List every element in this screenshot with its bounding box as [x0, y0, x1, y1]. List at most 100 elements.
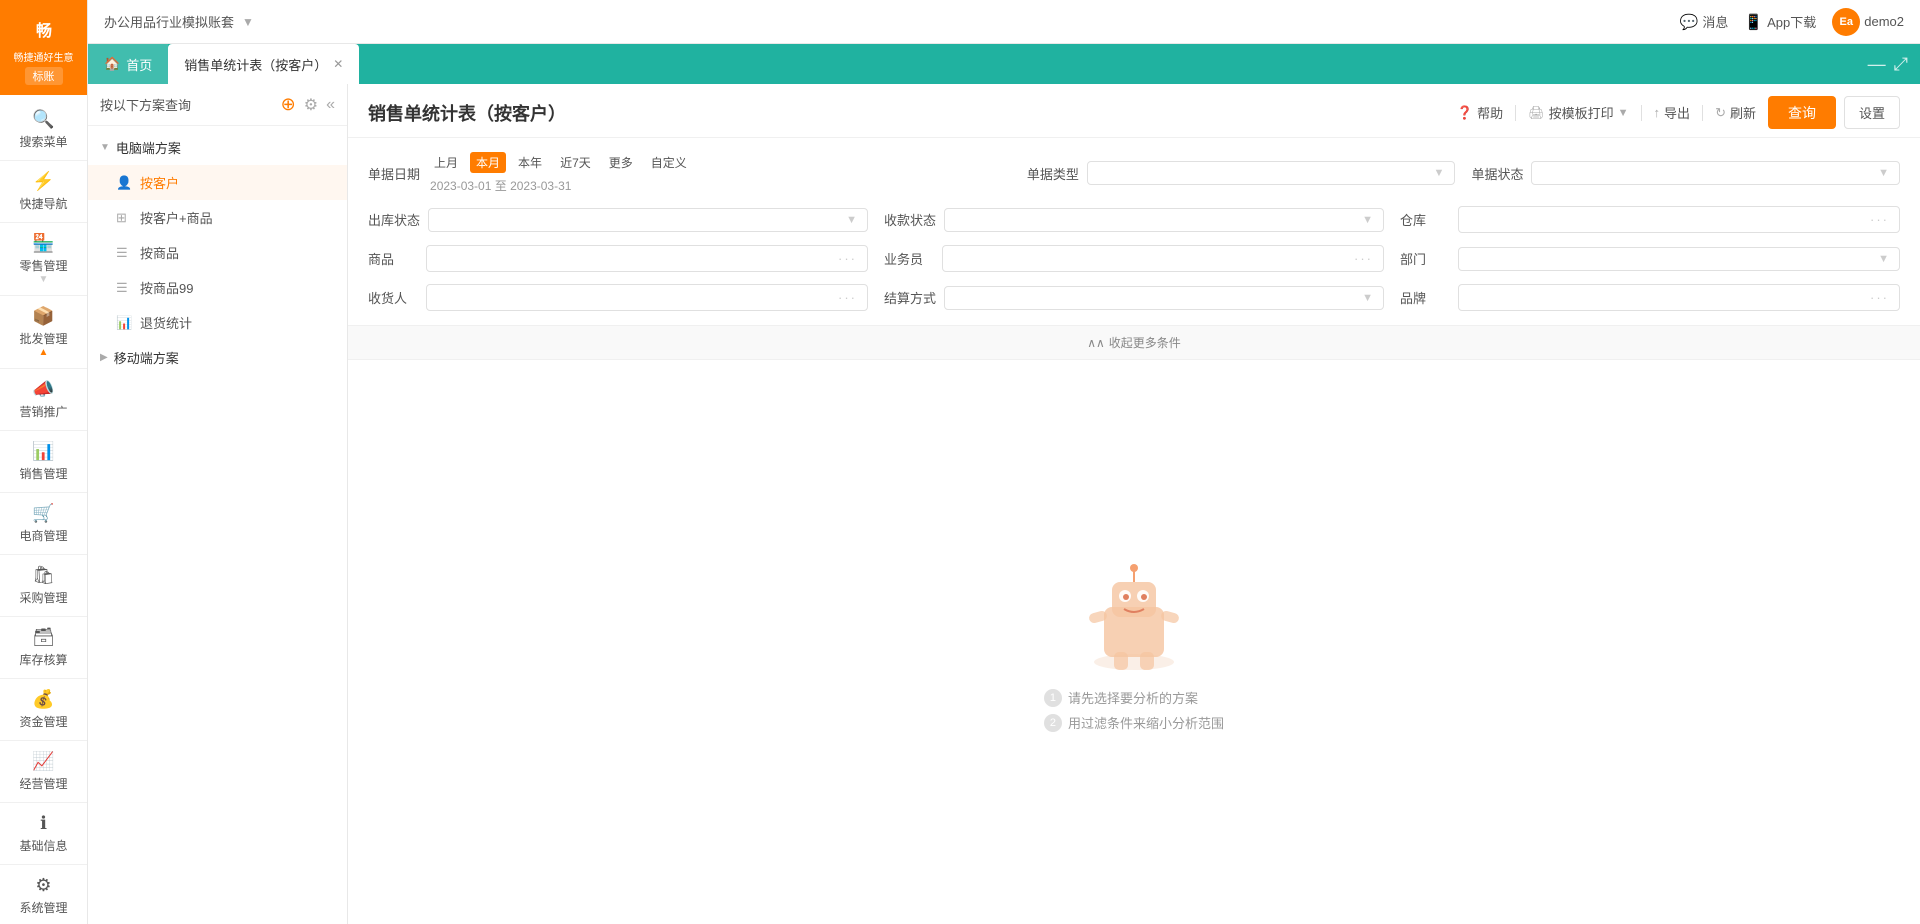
order-type-input[interactable]: ▼ — [1087, 161, 1456, 185]
print-label: 按模板打印 — [1549, 103, 1614, 122]
sidebar-item-system[interactable]: ⚙ 系统管理 — [0, 865, 87, 924]
collapse-bar[interactable]: ∧∧ 收起更多条件 — [348, 326, 1920, 360]
sidebar-item-label: 销售管理 — [19, 465, 67, 482]
product-input[interactable]: ··· — [426, 245, 868, 272]
date-field: 单据日期 上月 本月 本年 近7天 更多 自定义 2023-03-01 至 20… — [368, 152, 1011, 194]
mobile-scheme-title[interactable]: ▶ 移动端方案 — [88, 340, 347, 375]
svg-text:畅: 畅 — [35, 21, 51, 40]
triangle-icon: ▼ — [100, 142, 110, 153]
collapse-label: 收起更多条件 — [1109, 334, 1181, 351]
settlement-input[interactable]: ▼ — [944, 286, 1384, 310]
table-icon: ☰ — [116, 245, 132, 261]
sidebar-item-ecommerce[interactable]: 🛒 电商管理 — [0, 493, 87, 555]
divider2 — [1641, 105, 1642, 121]
user-profile[interactable]: Ea demo2 — [1832, 8, 1904, 36]
add-scheme-btn[interactable]: ⊕ — [281, 94, 296, 115]
help-btn[interactable]: ❓ 帮助 — [1457, 103, 1503, 122]
salesperson-field: 业务员 ··· — [884, 245, 1384, 272]
print-icon: 🖨 — [1528, 105, 1545, 121]
scheme-by-customer-product[interactable]: ⊞ 按客户+商品 — [88, 200, 347, 235]
finance-icon: 💰 — [32, 689, 54, 710]
scheme-by-product[interactable]: ☰ 按商品 — [88, 235, 347, 270]
sidebar-item-quicknav[interactable]: ⚡ 快捷导航 — [0, 161, 87, 223]
sidebar-item-label: 零售管理 — [19, 257, 67, 274]
tab-home-label: 首页 — [126, 55, 152, 74]
tab-sales-report[interactable]: 销售单统计表（按客户） ✕ — [168, 44, 359, 84]
recipient-input[interactable]: ··· — [426, 284, 868, 311]
export-btn[interactable]: ↑ 导出 — [1654, 103, 1691, 122]
payment-status-field: 收款状态 ▼ — [884, 208, 1384, 232]
settlement-field: 结算方式 ▼ — [884, 286, 1384, 310]
print-btn[interactable]: 🖨 按模板打印 ▼ — [1528, 103, 1628, 122]
inventory-icon: 🗃 — [32, 627, 55, 648]
sidebar-item-label: 基础信息 — [19, 837, 67, 854]
chevron-down-icon: ▼ — [39, 274, 49, 285]
maximize-icon[interactable]: ⤢ — [1894, 54, 1908, 75]
sidebar-item-operation[interactable]: 📈 经营管理 — [0, 741, 87, 803]
sidebar-item-basic[interactable]: ℹ 基础信息 — [0, 803, 87, 865]
tabs-bar: 🏠 首页 销售单统计表（按客户） ✕ — ⤢ — [88, 44, 1920, 84]
purchase-icon: 🛍 — [32, 565, 55, 586]
query-btn[interactable]: 查询 — [1768, 96, 1836, 129]
settlement-chevron-icon: ▼ — [1362, 292, 1373, 304]
divider1 — [1515, 105, 1516, 121]
date-tab-more[interactable]: 更多 — [603, 152, 639, 173]
collapse-up-icon: ∧∧ — [1087, 336, 1105, 350]
date-tab-lastmonth[interactable]: 上月 — [428, 152, 464, 173]
hint-item-1: 1 请先选择要分析的方案 — [1044, 688, 1224, 707]
product-dots: ··· — [838, 251, 857, 266]
brand-dots: ··· — [1870, 290, 1889, 305]
industry-dropdown-icon[interactable]: ▼ — [242, 15, 254, 29]
scheme-by-product99[interactable]: ☰ 按商品99 — [88, 270, 347, 305]
recipient-dots: ··· — [838, 290, 857, 305]
order-status-input[interactable]: ▼ — [1531, 161, 1900, 185]
empty-hints: 1 请先选择要分析的方案 2 用过滤条件来缩小分析范围 — [1044, 688, 1224, 732]
desktop-scheme-title[interactable]: ▼ 电脑端方案 — [88, 130, 347, 165]
date-range-container: 上月 本月 本年 近7天 更多 自定义 2023-03-01 至 2023-03… — [428, 152, 693, 194]
settings-btn[interactable]: 设置 — [1844, 96, 1900, 129]
sidebar-item-label: 电商管理 — [19, 527, 67, 544]
top-header: 办公用品行业模拟账套 ▼ 💬 消息 📱 App下载 Ea demo2 — [88, 0, 1920, 44]
payment-status-label: 收款状态 — [884, 210, 936, 229]
help-icon: ❓ — [1457, 105, 1473, 121]
close-tab-icon[interactable]: ✕ — [333, 57, 343, 71]
brand-input[interactable]: ··· — [1458, 284, 1900, 311]
system-icon: ⚙ — [35, 875, 51, 896]
scheme-by-customer[interactable]: 👤 按客户 — [88, 165, 347, 200]
sidebar-item-purchase[interactable]: 🛍 采购管理 — [0, 555, 87, 617]
date-tab-custom[interactable]: 自定义 — [645, 152, 693, 173]
sidebar-item-marketing[interactable]: 📣 营销推广 — [0, 369, 87, 431]
payment-status-input[interactable]: ▼ — [944, 208, 1384, 232]
warehouse-input[interactable]: ··· — [1458, 206, 1900, 233]
message-btn[interactable]: 💬 消息 — [1680, 12, 1729, 31]
minimize-icon[interactable]: — — [1868, 54, 1886, 75]
download-btn[interactable]: 📱 App下载 — [1744, 12, 1816, 31]
refresh-btn[interactable]: ↻ 刷新 — [1715, 103, 1756, 122]
filter-row-4: 收货人 ··· 结算方式 ▼ 品牌 — [368, 284, 1900, 311]
marketing-icon: 📣 — [32, 379, 54, 400]
sales-icon: 📊 — [32, 441, 54, 462]
hint-num-2: 2 — [1044, 714, 1062, 732]
filter-form: 单据日期 上月 本月 本年 近7天 更多 自定义 2023-03-01 至 20… — [348, 138, 1920, 326]
date-tab-thismonth[interactable]: 本月 — [470, 152, 506, 173]
scheme-returns[interactable]: 📊 退货统计 — [88, 305, 347, 340]
out-status-input[interactable]: ▼ — [428, 208, 868, 232]
sidebar-item-retail[interactable]: 🏪 零售管理 ▼ — [0, 223, 87, 296]
tab-home[interactable]: 🏠 首页 — [88, 44, 168, 84]
settings-scheme-btn[interactable]: ⚙ — [304, 95, 318, 115]
product-field: 商品 ··· — [368, 245, 868, 272]
date-tab-thisyear[interactable]: 本年 — [512, 152, 548, 173]
salesperson-dots: ··· — [1354, 251, 1373, 266]
order-status-chevron-icon: ▼ — [1878, 167, 1889, 179]
salesperson-input[interactable]: ··· — [942, 245, 1384, 272]
sidebar-item-label: 营销推广 — [19, 403, 67, 420]
collapse-panel-btn[interactable]: « — [326, 96, 335, 114]
sidebar-item-sales[interactable]: 📊 销售管理 — [0, 431, 87, 493]
dept-input[interactable]: ▼ — [1458, 247, 1900, 271]
filter-panel-title: 按以下方案查询 — [100, 95, 191, 114]
sidebar-item-finance[interactable]: 💰 资金管理 — [0, 679, 87, 741]
sidebar-item-inventory[interactable]: 🗃 库存核算 — [0, 617, 87, 679]
sidebar-item-wholesale[interactable]: 📦 批发管理 ▲ — [0, 296, 87, 369]
sidebar-item-search[interactable]: 🔍 搜索菜单 — [0, 99, 87, 161]
date-tab-last7[interactable]: 近7天 — [554, 152, 597, 173]
